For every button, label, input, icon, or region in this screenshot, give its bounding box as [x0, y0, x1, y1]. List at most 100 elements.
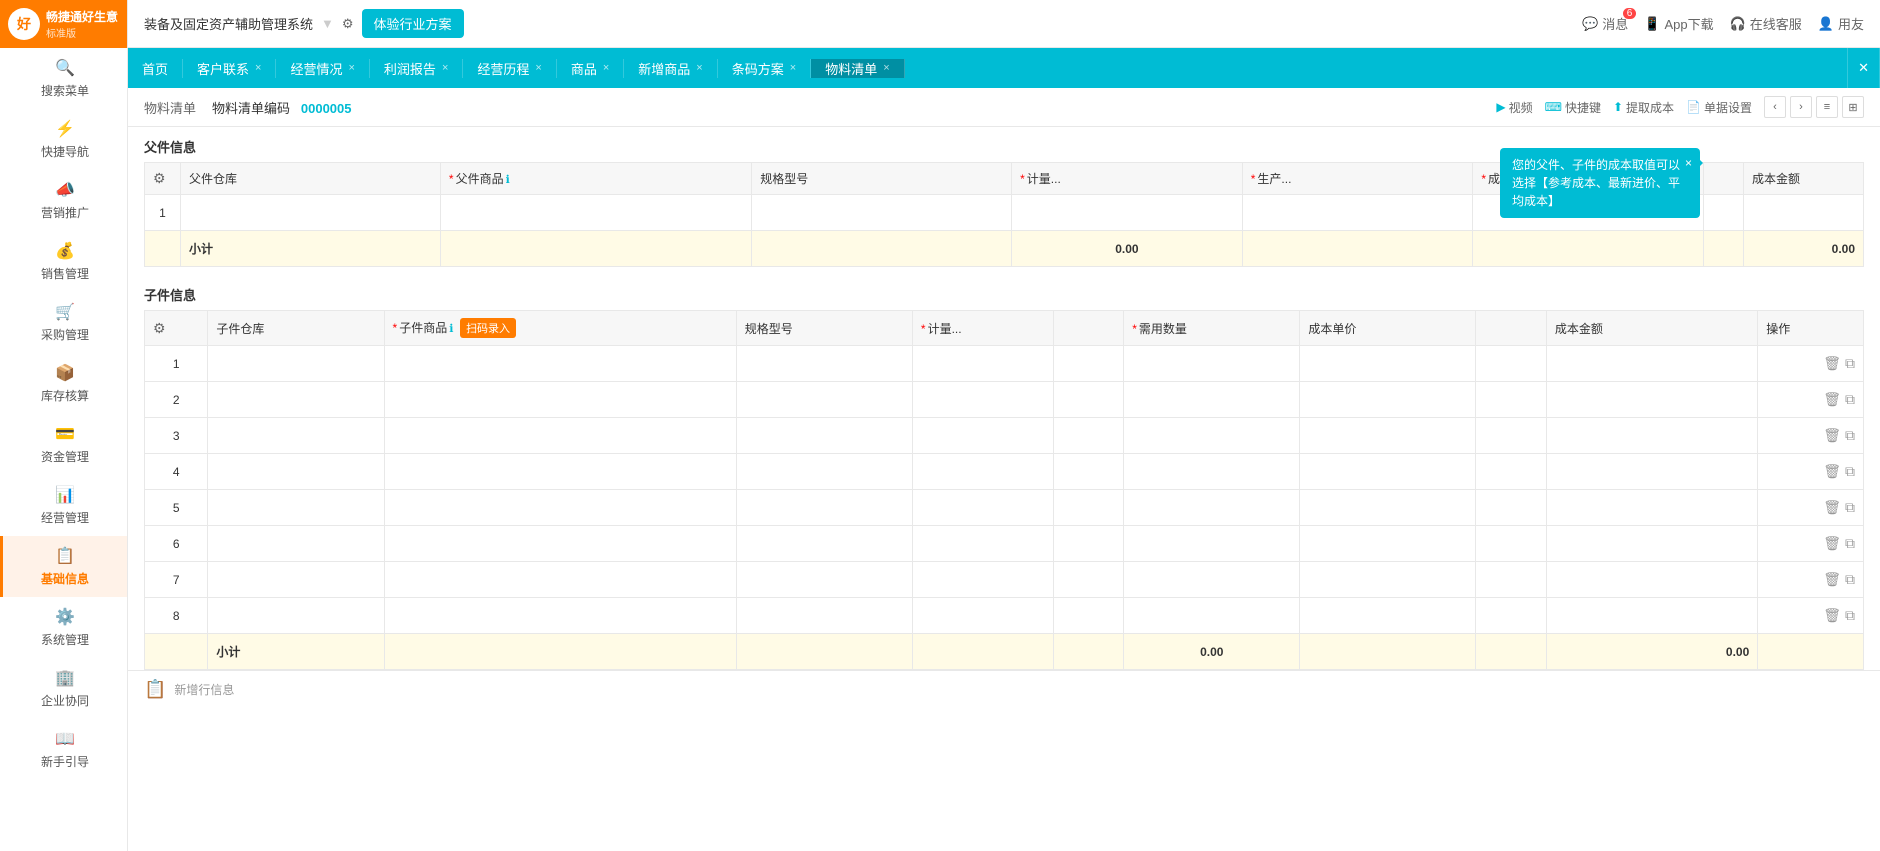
copy-icon[interactable]: ⧉ — [1845, 355, 1855, 372]
parent-cell-spec[interactable] — [752, 195, 1012, 231]
copy-icon[interactable]: ⧉ — [1845, 535, 1855, 552]
tab-close-icon[interactable]: × — [883, 62, 889, 74]
child-cell-unit-cost[interactable] — [1300, 382, 1476, 418]
child-cell-qty[interactable] — [1124, 454, 1300, 490]
close-tab-btn[interactable]: ✕ — [1847, 48, 1880, 88]
child-cell-qty[interactable] — [1124, 382, 1300, 418]
copy-icon[interactable]: ⧉ — [1845, 427, 1855, 444]
copy-icon[interactable]: ⧉ — [1845, 607, 1855, 624]
child-cell-unit-cost[interactable] — [1300, 346, 1476, 382]
sidebar-item-finance[interactable]: 💳资金管理 — [0, 414, 127, 475]
parent-cell-product[interactable] — [440, 195, 751, 231]
parent-cell-unit[interactable] — [1012, 195, 1243, 231]
delete-icon[interactable]: 🗑 — [1823, 463, 1841, 480]
child-cell-product[interactable] — [384, 562, 736, 598]
extract-cost-action[interactable]: ⬆ 提取成本 — [1613, 99, 1674, 116]
tooltip-close-btn[interactable]: × — [1685, 154, 1692, 172]
child-cell-unit-cost[interactable] — [1300, 598, 1476, 634]
list-view-btn[interactable]: ≡ — [1816, 96, 1838, 118]
nav-tab-首页[interactable]: 首页 — [128, 59, 183, 78]
sidebar-item-sales[interactable]: 💰销售管理 — [0, 231, 127, 292]
child-cell-unit-cost[interactable] — [1300, 454, 1476, 490]
child-cell-product[interactable] — [384, 418, 736, 454]
copy-icon[interactable]: ⧉ — [1845, 391, 1855, 408]
child-cell-unit[interactable] — [912, 382, 1053, 418]
child-cell-unit[interactable] — [912, 490, 1053, 526]
child-cell-warehouse[interactable] — [208, 382, 384, 418]
sidebar-item-system[interactable]: ⚙️系统管理 — [0, 597, 127, 658]
delete-icon[interactable]: 🗑 — [1823, 427, 1841, 444]
child-cell-qty[interactable] — [1124, 562, 1300, 598]
trial-button[interactable]: 体验行业方案 — [362, 9, 464, 38]
settings-gear-icon[interactable]: ⚙ — [153, 170, 166, 186]
sidebar-item-search[interactable]: 🔍搜索菜单 — [0, 48, 127, 109]
child-cell-product[interactable] — [384, 598, 736, 634]
child-cell-product[interactable] — [384, 454, 736, 490]
scan-input-btn[interactable]: 扫码录入 — [460, 318, 516, 338]
prev-page-btn[interactable]: ‹ — [1764, 96, 1786, 118]
child-cell-warehouse[interactable] — [208, 454, 384, 490]
child-cell-qty[interactable] — [1124, 598, 1300, 634]
child-cell-spec[interactable] — [736, 598, 912, 634]
child-cell-unit[interactable] — [912, 346, 1053, 382]
messages-btn[interactable]: 💬 消息 6 — [1582, 14, 1628, 33]
child-cell-unit-cost[interactable] — [1300, 562, 1476, 598]
delete-icon[interactable]: 🗑 — [1823, 571, 1841, 588]
child-settings-gear-icon[interactable]: ⚙ — [153, 320, 166, 336]
child-cell-spec[interactable] — [736, 454, 912, 490]
child-cell-warehouse[interactable] — [208, 598, 384, 634]
child-cell-warehouse[interactable] — [208, 346, 384, 382]
child-cell-warehouse[interactable] — [208, 490, 384, 526]
single-setting-action[interactable]: 📄 单据设置 — [1686, 99, 1752, 116]
child-cell-unit[interactable] — [912, 454, 1053, 490]
child-cell-product[interactable] — [384, 526, 736, 562]
tab-close-icon[interactable]: × — [603, 62, 609, 74]
tab-close-icon[interactable]: × — [255, 62, 261, 74]
sidebar-item-quick-nav[interactable]: ⚡快捷导航 — [0, 109, 127, 170]
child-cell-unit[interactable] — [912, 526, 1053, 562]
tab-close-icon[interactable]: × — [348, 62, 354, 74]
nav-tab-经营历程[interactable]: 经营历程× — [463, 59, 556, 78]
child-cell-spec[interactable] — [736, 562, 912, 598]
online-service-btn[interactable]: 🎧 在线客服 — [1730, 14, 1802, 33]
child-cell-spec[interactable] — [736, 382, 912, 418]
shortcut-action[interactable]: ⌨ 快捷键 — [1545, 99, 1601, 116]
parent-cell-warehouse[interactable] — [181, 195, 441, 231]
child-cell-qty[interactable] — [1124, 526, 1300, 562]
grid-view-btn[interactable]: ⊞ — [1842, 96, 1864, 118]
nav-tab-物料清单[interactable]: 物料清单× — [811, 59, 904, 78]
child-cell-spec[interactable] — [736, 418, 912, 454]
delete-icon[interactable]: 🗑 — [1823, 355, 1841, 372]
nav-tab-商品[interactable]: 商品× — [557, 59, 624, 78]
child-cell-spec[interactable] — [736, 526, 912, 562]
child-cell-warehouse[interactable] — [208, 418, 384, 454]
child-cell-qty[interactable] — [1124, 346, 1300, 382]
child-cell-unit[interactable] — [912, 418, 1053, 454]
sidebar-item-inventory[interactable]: 📦库存核算 — [0, 353, 127, 414]
add-row-text[interactable]: 新增行信息 — [174, 681, 234, 698]
copy-icon[interactable]: ⧉ — [1845, 571, 1855, 588]
child-cell-unit-cost[interactable] — [1300, 418, 1476, 454]
nav-tab-新增商品[interactable]: 新增商品× — [624, 59, 717, 78]
app-download-btn[interactable]: 📱 App下载 — [1644, 14, 1713, 33]
sidebar-item-basic-info[interactable]: 📋基础信息 — [0, 536, 127, 597]
child-cell-qty[interactable] — [1124, 490, 1300, 526]
settings-icon[interactable]: ⚙ — [342, 16, 354, 32]
delete-icon[interactable]: 🗑 — [1823, 391, 1841, 408]
sidebar-item-marketing[interactable]: 📣营销推广 — [0, 170, 127, 231]
child-cell-product[interactable] — [384, 382, 736, 418]
sidebar-item-purchase[interactable]: 🛒采购管理 — [0, 292, 127, 353]
child-cell-spec[interactable] — [736, 490, 912, 526]
child-cell-warehouse[interactable] — [208, 562, 384, 598]
nav-tab-利润报告[interactable]: 利润报告× — [370, 59, 463, 78]
tab-close-icon[interactable]: × — [790, 62, 796, 74]
next-page-btn[interactable]: › — [1790, 96, 1812, 118]
child-cell-product[interactable] — [384, 346, 736, 382]
delete-icon[interactable]: 🗑 — [1823, 535, 1841, 552]
nav-tab-经营情况[interactable]: 经营情况× — [276, 59, 369, 78]
tab-close-icon[interactable]: × — [535, 62, 541, 74]
child-cell-unit[interactable] — [912, 598, 1053, 634]
tab-close-icon[interactable]: × — [696, 62, 702, 74]
sidebar-item-enterprise[interactable]: 🏢企业协同 — [0, 658, 127, 719]
delete-icon[interactable]: 🗑 — [1823, 499, 1841, 516]
